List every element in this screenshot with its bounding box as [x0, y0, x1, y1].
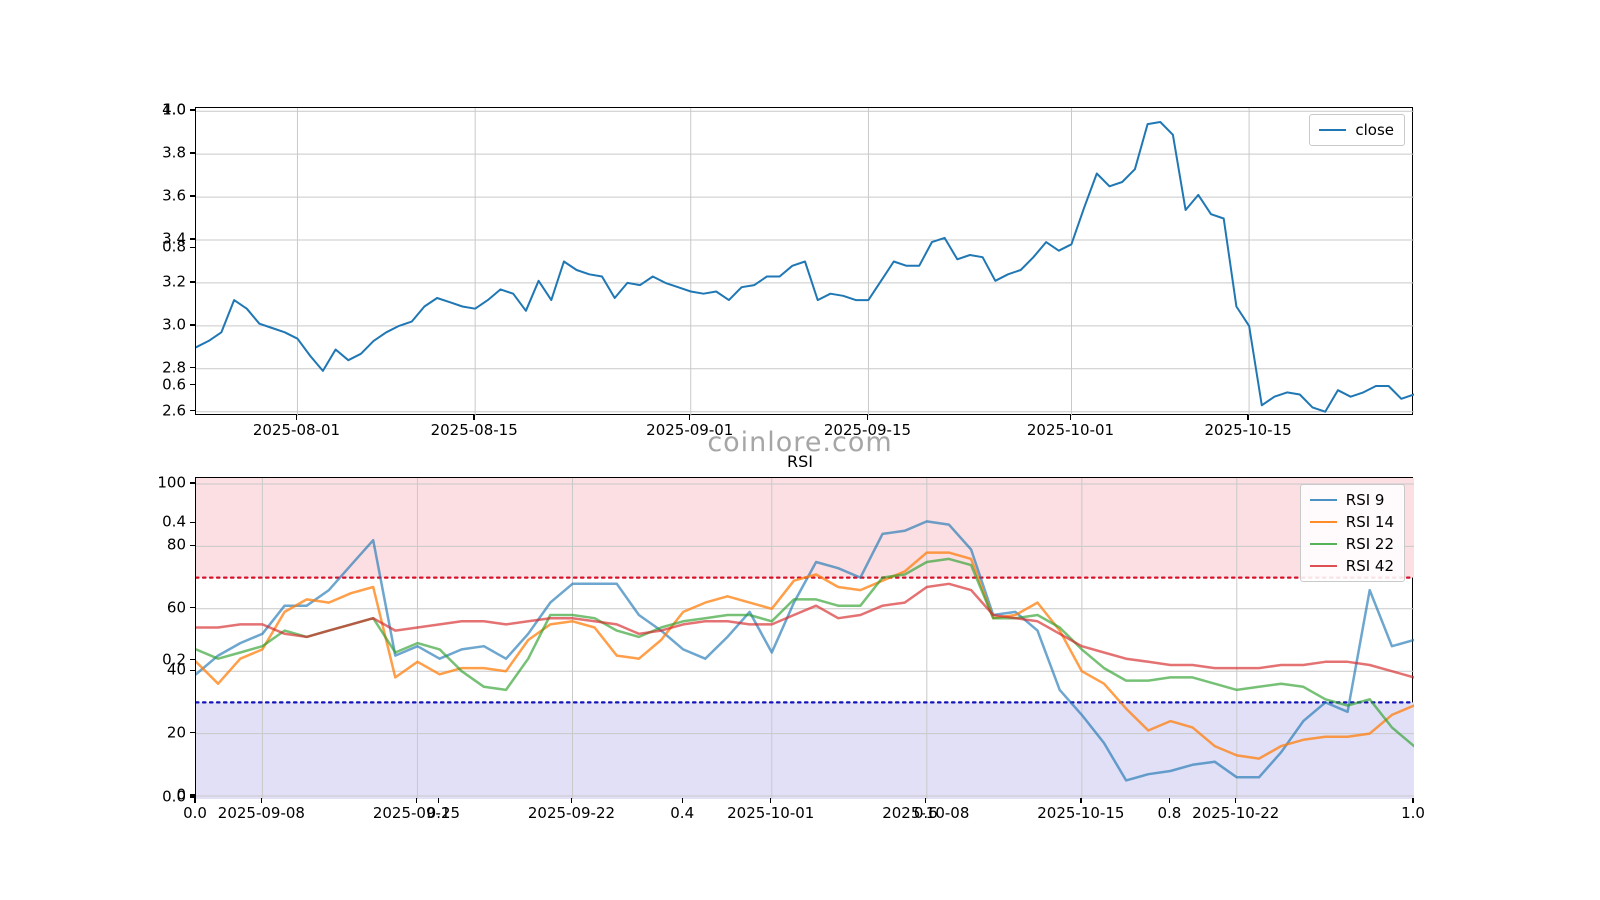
close-legend-swatch: [1319, 129, 1347, 131]
rsi-x-tickmark: [415, 798, 418, 803]
close-y-tickmark: [190, 195, 195, 197]
overlay-x-tick-label: 0.0: [183, 804, 207, 822]
rsi14-legend-label: RSI 14: [1345, 513, 1394, 531]
overlay-y-tick-label: 0.4: [162, 512, 186, 531]
close-x-tick-label: 2025-08-15: [430, 421, 518, 439]
overlay-y-tickmark: [190, 658, 195, 661]
close-y-tick-label: 2.8: [162, 358, 186, 377]
close-y-tickmark: [190, 238, 195, 240]
close-x-tick-label: 2025-10-01: [1026, 421, 1115, 439]
close-chart-axes: close: [195, 107, 1414, 416]
rsi-legend: RSI 9 RSI 14 RSI 22 RSI 42: [1299, 484, 1405, 582]
rsi-x-tickmark: [1080, 798, 1082, 803]
close-x-tick-label: 2025-08-01: [252, 421, 341, 439]
close-x-tick-label: 2025-10-15: [1204, 421, 1292, 439]
rsi42-legend-label: RSI 42: [1345, 557, 1394, 575]
rsi-y-tick-label: 80: [166, 535, 186, 554]
overlay-y-tickmark: [190, 384, 195, 386]
rsi-x-tick-label: 2025-09-22: [527, 804, 616, 822]
oversold-band: [196, 702, 1414, 799]
close-y-tick-label: 2.6: [162, 401, 186, 420]
overlay-y-tick-label: 0.6: [162, 375, 186, 394]
overlay-x-tick-label: 0.6: [913, 804, 938, 822]
rsi-legend-entry: RSI 22: [1309, 533, 1394, 555]
overlay-x-tick-label: 0.2: [426, 804, 451, 822]
rsi-plot-area: [196, 478, 1414, 799]
rsi-y-tick-label: 60: [166, 598, 186, 617]
close-y-tickmark: [190, 324, 195, 326]
overlay-y-tick-label: 0.2: [162, 650, 186, 669]
rsi-x-tickmark: [260, 798, 263, 803]
figure: coinlore.com RSI close RSI 9 RSI 14 RSI …: [0, 0, 1600, 900]
rsi14-legend-swatch: [1309, 521, 1337, 523]
overlay-x-tickmark: [925, 798, 927, 803]
close-y-tick-label: 3.0: [162, 315, 186, 334]
rsi-42-line: [196, 582, 1414, 679]
rsi-legend-entry: RSI 9: [1309, 489, 1394, 511]
close-x-tick-label: 2025-09-01: [646, 421, 734, 439]
rsi-y-tickmark: [190, 731, 195, 734]
overlay-y-tickmark: [190, 521, 195, 523]
overlay-x-tickmark: [194, 798, 196, 803]
rsi-y-tick-label: 20: [166, 723, 186, 742]
close-x-tickmark: [1069, 415, 1072, 420]
close-x-tickmark: [473, 415, 475, 420]
close-plot-area: [196, 108, 1414, 416]
rsi9-legend-swatch: [1309, 499, 1337, 501]
close-legend-label: close: [1355, 121, 1394, 139]
rsi-y-tickmark: [190, 669, 195, 671]
rsi22-legend-label: RSI 22: [1345, 535, 1394, 553]
rsi-y-tickmark: [190, 544, 195, 547]
rsi-legend-entry: RSI 14: [1309, 511, 1394, 533]
overlay-y-tickmark: [190, 109, 195, 111]
rsi-x-tick-label: 2025-09-08: [217, 804, 305, 822]
rsi-x-tick-label: 2025-10-22: [1192, 804, 1280, 822]
close-y-tickmark: [190, 281, 195, 283]
close-x-tickmark: [689, 415, 691, 420]
rsi-x-tickmark: [1235, 798, 1237, 803]
close-y-tickmark: [190, 152, 195, 154]
rsi-y-tickmark: [190, 482, 195, 484]
overlay-x-tickmark: [1412, 798, 1414, 803]
rsi-x-tickmark: [570, 798, 573, 803]
rsi-y-tick-label: 100: [157, 473, 186, 492]
rsi-legend-entry: RSI 42: [1309, 555, 1394, 577]
overlay-x-tick-label: 0.8: [1157, 804, 1182, 822]
overlay-x-tickmark: [681, 798, 683, 803]
overlay-x-tick-label: 0.4: [670, 804, 695, 822]
close-x-tickmark: [866, 415, 869, 420]
close-x-tick-label: 2025-09-15: [823, 421, 912, 439]
close-y-tick-label: 3.8: [162, 143, 186, 162]
rsi-x-tick-label: 2025-10-01: [727, 804, 815, 822]
close-series-line: [196, 121, 1414, 413]
overlay-y-tick-label: 0.0: [162, 787, 186, 806]
close-y-tick-label: 3.2: [162, 272, 186, 291]
close-y-tickmark: [190, 410, 195, 412]
close-y-tickmark: [190, 367, 195, 369]
overlay-x-tickmark: [1168, 798, 1171, 803]
rsi9-legend-label: RSI 9: [1345, 491, 1385, 509]
rsi-y-tickmark: [190, 607, 195, 609]
close-legend: close: [1309, 114, 1405, 146]
overlay-y-tick-label: 0.8: [162, 237, 186, 256]
close-y-tick-label: 3.6: [162, 186, 186, 205]
overlay-x-tickmark: [437, 798, 440, 803]
rsi-x-tick-label: 2025-10-15: [1037, 804, 1125, 822]
rsi-chart-title: RSI: [787, 452, 813, 471]
rsi-chart-axes: RSI 9 RSI 14 RSI 22 RSI 42: [195, 477, 1414, 799]
overlay-x-tick-label: 1.0: [1401, 804, 1425, 822]
rsi-x-tickmark: [770, 798, 772, 803]
overlay-y-tickmark: [190, 246, 195, 249]
rsi42-legend-swatch: [1309, 565, 1337, 567]
rsi22-legend-swatch: [1309, 543, 1337, 545]
overlay-y-tick-label: 1.0: [162, 100, 186, 119]
close-x-tickmark: [295, 415, 298, 420]
close-x-tickmark: [1247, 415, 1249, 420]
close-legend-entry: close: [1319, 119, 1394, 141]
